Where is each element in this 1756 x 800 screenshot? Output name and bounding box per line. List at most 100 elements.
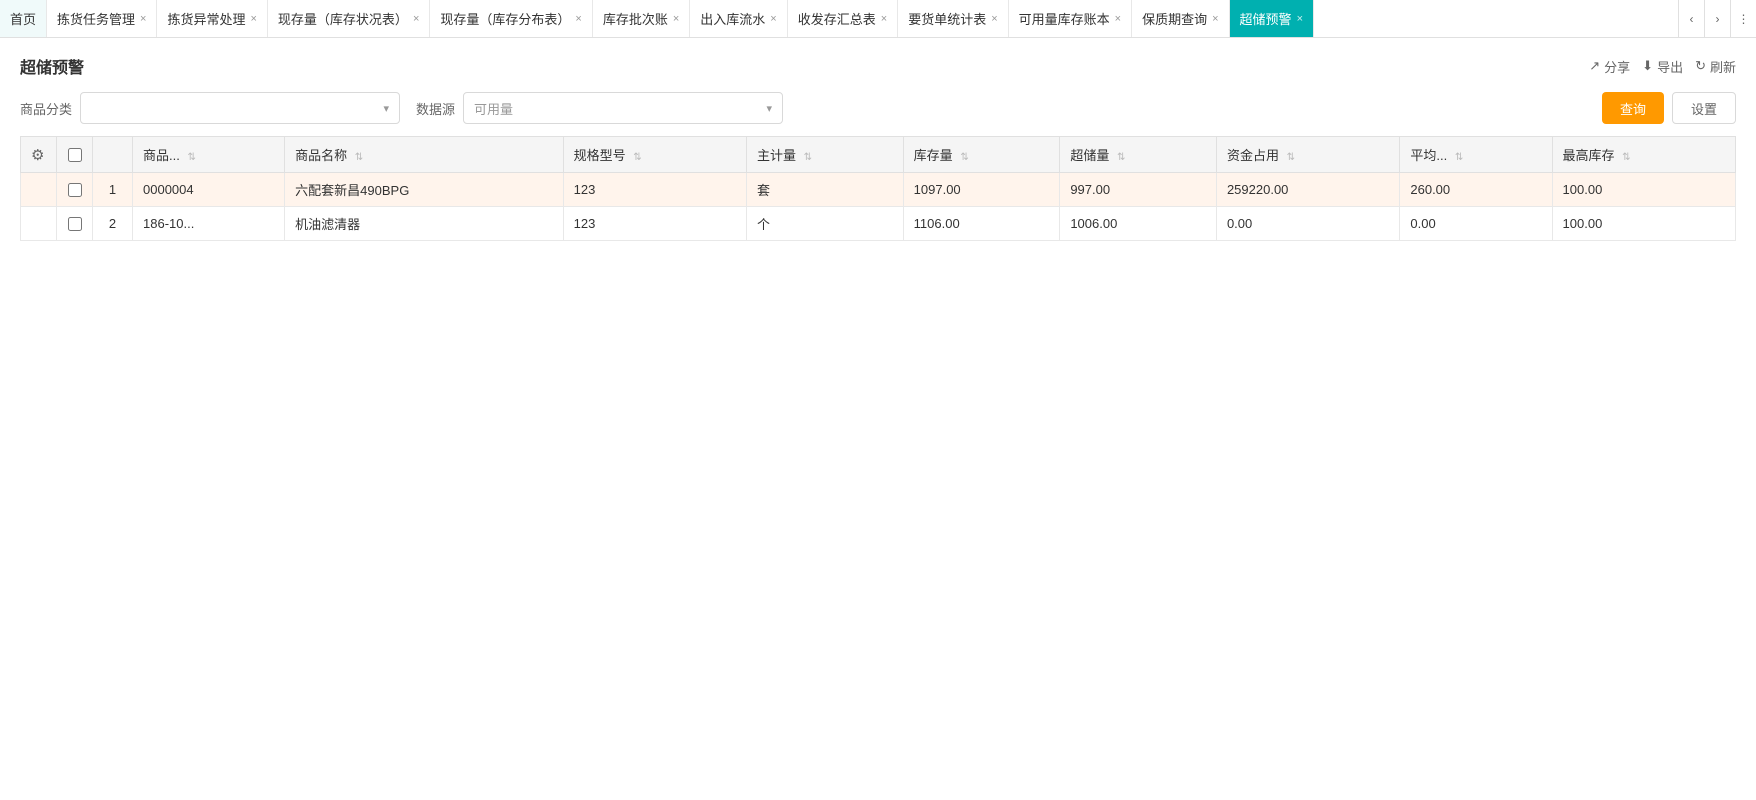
sort-icon: ⇅ <box>1455 152 1463 163</box>
header-actions: ↗ 分享 ⬇ 导出 ↻ 刷新 <box>1589 57 1736 76</box>
nav-item-home[interactable]: 首页 <box>0 0 47 37</box>
nav-item-inout-flow[interactable]: 出入库流水 × <box>690 0 787 37</box>
close-icon[interactable]: × <box>673 13 679 25</box>
close-icon[interactable]: × <box>1212 13 1218 25</box>
col-rownum-header <box>93 137 133 173</box>
nav-menu-button[interactable]: ⋮ <box>1730 0 1756 38</box>
refresh-icon: ↻ <box>1695 58 1706 74</box>
table-row: 1 0000004 六配套新昌490BPG 123 套 1097.00 997.… <box>21 173 1736 207</box>
row-stock-qty-cell: 1097.00 <box>903 173 1060 207</box>
close-icon[interactable]: × <box>140 13 146 25</box>
sort-icon: ⇅ <box>1622 152 1630 163</box>
nav-bar: 首页 拣货任务管理 × 拣货异常处理 × 现存量（库存状况表） × 现存量（库存… <box>0 0 1756 38</box>
share-button[interactable]: ↗ 分享 <box>1589 57 1630 76</box>
row-checkbox-cell <box>57 173 93 207</box>
row-checkbox[interactable] <box>68 183 82 197</box>
row-num-cell: 2 <box>93 207 133 241</box>
close-icon[interactable]: × <box>1297 13 1303 25</box>
row-num-cell: 1 <box>93 173 133 207</box>
nav-item-order-stat[interactable]: 要货单统计表 × <box>898 0 1008 37</box>
filter-actions: 查询 设置 <box>1602 92 1736 124</box>
row-checkbox-cell <box>57 207 93 241</box>
page-title: 超储预警 <box>20 54 84 78</box>
col-max-stock-header[interactable]: 最高库存 ⇅ <box>1552 137 1735 173</box>
query-button[interactable]: 查询 <box>1602 92 1664 124</box>
row-avg-price-cell: 0.00 <box>1400 207 1552 241</box>
export-button[interactable]: ⬇ 导出 <box>1642 57 1683 76</box>
nav-item-available-account[interactable]: 可用量库存账本 × <box>1009 0 1132 37</box>
close-icon[interactable]: × <box>770 13 776 25</box>
table-header-row: ⚙ 商品... ⇅ 商品名称 ⇅ 规格型号 ⇅ <box>21 137 1736 173</box>
row-unit-cell: 套 <box>747 173 904 207</box>
row-max-stock-cell: 100.00 <box>1552 207 1735 241</box>
nav-item-receive-send[interactable]: 收发存汇总表 × <box>788 0 898 37</box>
col-overstock-qty-header[interactable]: 超储量 ⇅ <box>1060 137 1217 173</box>
nav-left-button[interactable]: ‹ <box>1678 0 1704 38</box>
col-unit-header[interactable]: 主计量 ⇅ <box>747 137 904 173</box>
close-icon[interactable]: × <box>250 13 256 25</box>
category-filter: 商品分类 ▾ <box>20 92 400 124</box>
close-icon[interactable]: × <box>413 13 419 25</box>
close-icon[interactable]: × <box>575 13 581 25</box>
row-spec-cell: 123 <box>563 207 746 241</box>
row-unit-cell: 个 <box>747 207 904 241</box>
refresh-button[interactable]: ↻ 刷新 <box>1695 57 1736 76</box>
col-stock-qty-header[interactable]: 库存量 ⇅ <box>903 137 1060 173</box>
row-product-name-cell: 六配套新昌490BPG <box>285 173 563 207</box>
row-overstock-qty-cell: 997.00 <box>1060 173 1217 207</box>
close-icon[interactable]: × <box>881 13 887 25</box>
col-product-name-header[interactable]: 商品名称 ⇅ <box>285 137 563 173</box>
datasource-filter: 数据源 可用量 ▾ <box>416 92 783 124</box>
row-avg-price-cell: 260.00 <box>1400 173 1552 207</box>
nav-right-button[interactable]: › <box>1704 0 1730 38</box>
col-capital-occupy-header[interactable]: 资金占用 ⇅ <box>1216 137 1399 173</box>
row-product-code-cell: 186-10... <box>133 207 285 241</box>
chevron-down-icon: ▾ <box>767 102 773 115</box>
category-label: 商品分类 <box>20 99 72 118</box>
row-stock-qty-cell: 1106.00 <box>903 207 1060 241</box>
datasource-label: 数据源 <box>416 99 455 118</box>
datasource-value: 可用量 <box>474 99 513 118</box>
row-settings-cell <box>21 173 57 207</box>
sort-icon: ⇅ <box>633 152 641 163</box>
datasource-select[interactable]: 可用量 ▾ <box>463 92 783 124</box>
settings-button[interactable]: 设置 <box>1672 92 1736 124</box>
gear-icon[interactable]: ⚙ <box>31 147 44 164</box>
nav-item-stock-status[interactable]: 现存量（库存状况表） × <box>268 0 430 37</box>
close-icon[interactable]: × <box>991 13 997 25</box>
data-table: ⚙ 商品... ⇅ 商品名称 ⇅ 规格型号 ⇅ <box>20 136 1736 241</box>
export-icon: ⬇ <box>1642 58 1653 74</box>
col-spec-header[interactable]: 规格型号 ⇅ <box>563 137 746 173</box>
col-avg-price-header[interactable]: 平均... ⇅ <box>1400 137 1552 173</box>
row-spec-cell: 123 <box>563 173 746 207</box>
filter-bar: 商品分类 ▾ 数据源 可用量 ▾ 查询 设置 <box>20 92 1736 124</box>
row-overstock-qty-cell: 1006.00 <box>1060 207 1217 241</box>
nav-item-stock-dist[interactable]: 现存量（库存分布表） × <box>430 0 592 37</box>
category-select[interactable]: ▾ <box>80 92 400 124</box>
sort-icon: ⇅ <box>187 152 195 163</box>
close-icon[interactable]: × <box>1115 13 1121 25</box>
row-product-code-cell: 0000004 <box>133 173 285 207</box>
nav-item-task-mgmt[interactable]: 拣货任务管理 × <box>47 0 157 37</box>
col-settings: ⚙ <box>21 137 57 173</box>
chevron-down-icon: ▾ <box>383 102 389 115</box>
nav-item-abnormal-process[interactable]: 拣货异常处理 × <box>157 0 267 37</box>
sort-icon: ⇅ <box>960 152 968 163</box>
share-icon: ↗ <box>1589 58 1600 74</box>
sort-icon: ⇅ <box>804 152 812 163</box>
nav-item-overstock-alert[interactable]: 超储预警 × <box>1230 0 1314 37</box>
sort-icon: ⇅ <box>1117 152 1125 163</box>
col-product-code-header[interactable]: 商品... ⇅ <box>133 137 285 173</box>
nav-arrows: ‹ › ⋮ <box>1678 0 1756 38</box>
nav-item-quality-check[interactable]: 保质期查询 × <box>1132 0 1229 37</box>
row-capital-occupy-cell: 259220.00 <box>1216 173 1399 207</box>
row-checkbox[interactable] <box>68 217 82 231</box>
select-all-checkbox[interactable] <box>68 148 82 162</box>
row-capital-occupy-cell: 0.00 <box>1216 207 1399 241</box>
col-checkbox-header <box>57 137 93 173</box>
sort-icon: ⇅ <box>1287 152 1295 163</box>
table-row: 2 186-10... 机油滤清器 123 个 1106.00 1006.00 … <box>21 207 1736 241</box>
row-product-name-cell: 机油滤清器 <box>285 207 563 241</box>
nav-item-batch-account[interactable]: 库存批次账 × <box>593 0 690 37</box>
page-header: 超储预警 ↗ 分享 ⬇ 导出 ↻ 刷新 <box>20 54 1736 78</box>
